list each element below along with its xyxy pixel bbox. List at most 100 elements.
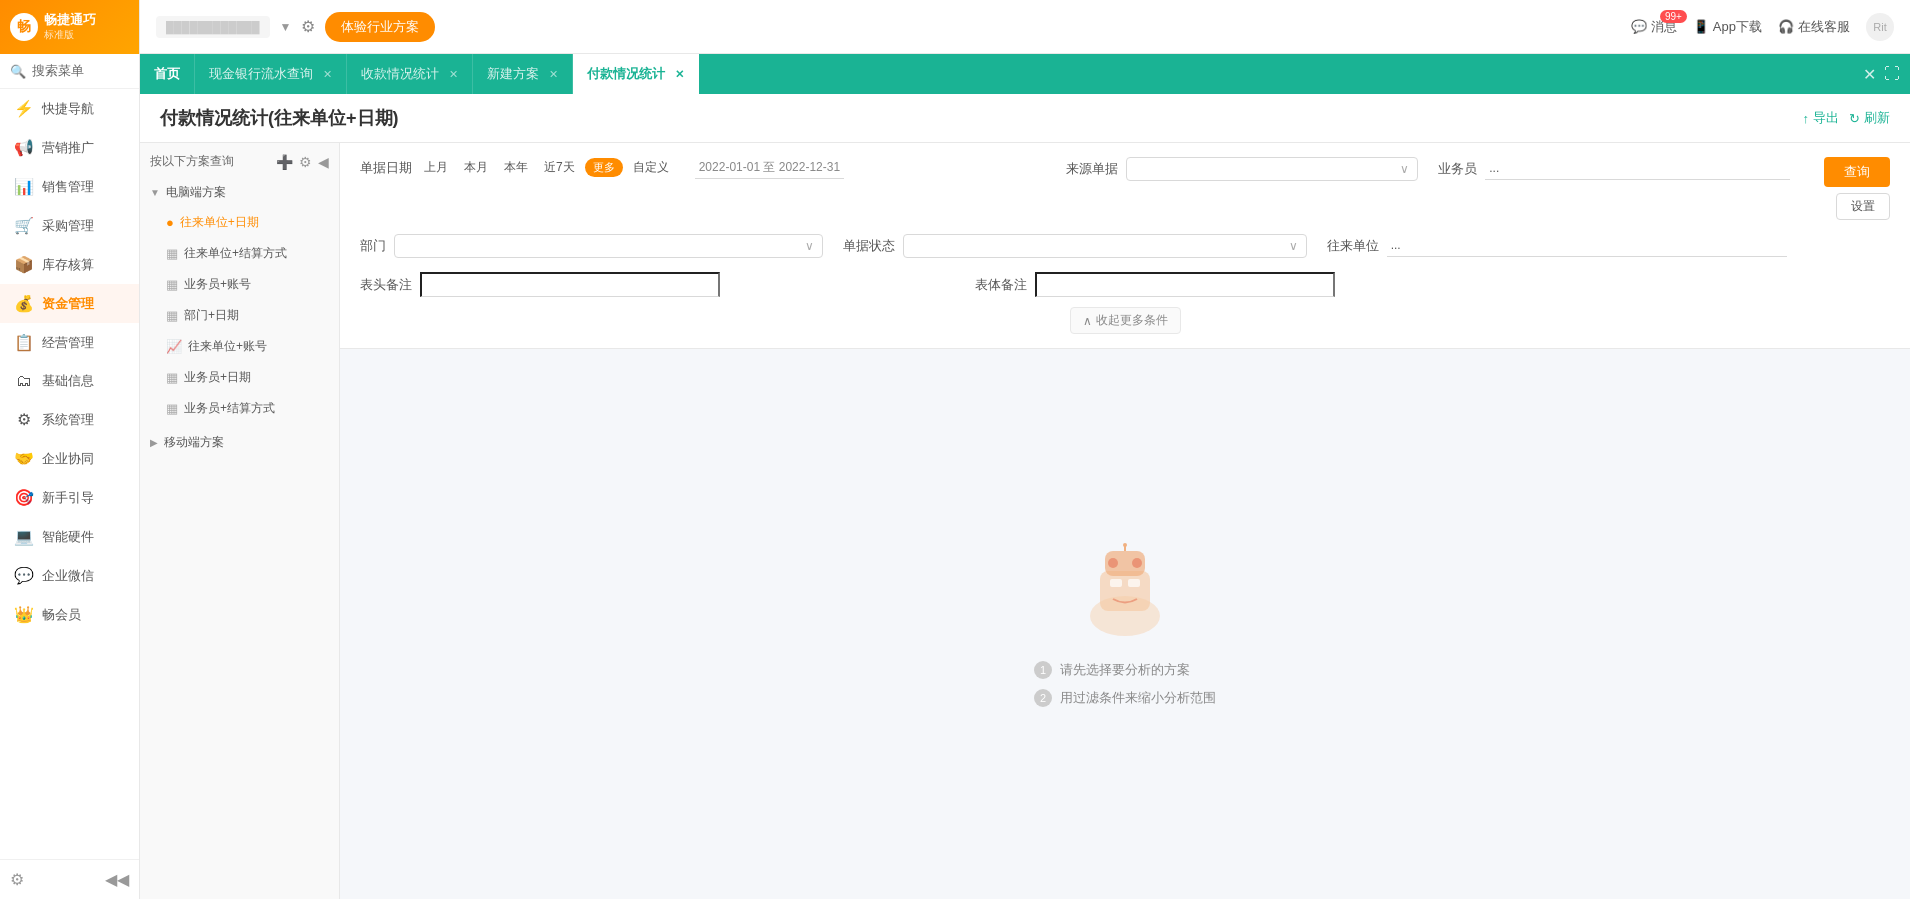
settings-scheme-btn[interactable]: ⚙	[299, 154, 312, 170]
sales-icon: 📊	[14, 177, 34, 196]
sidebar-item-fund-label: 资金管理	[42, 295, 94, 313]
settings-footer-icon[interactable]: ⚙	[10, 870, 24, 889]
inventory-icon: 📦	[14, 255, 34, 274]
online-service-btn[interactable]: 🎧 在线客服	[1778, 18, 1850, 36]
settings-btn[interactable]: 设置	[1836, 193, 1890, 220]
sidebar-item-quick-nav-label: 快捷导航	[42, 100, 94, 118]
collapse-conditions-btn[interactable]: ∧ 收起更多条件	[1070, 307, 1181, 334]
sidebar-item-enterprise[interactable]: 🤝 企业协同	[0, 439, 139, 478]
filter-source-doc-label: 来源单据	[1066, 160, 1118, 178]
filter-table-header-note-input[interactable]	[420, 272, 720, 297]
tab-home[interactable]: 首页	[140, 54, 195, 94]
online-service-label: 在线客服	[1798, 18, 1850, 36]
topbar-address-bar[interactable]: ████████████	[156, 16, 270, 38]
scheme-counterpart-date[interactable]: ● 往来单位+日期	[140, 207, 339, 238]
date-range-input[interactable]: 2022-01-01 至 2022-12-31	[695, 157, 844, 179]
scheme-staff-settle[interactable]: ▦ 业务员+结算方式	[140, 393, 339, 424]
sidebar-item-basic[interactable]: 🗂 基础信息	[0, 362, 139, 400]
filter-staff-input[interactable]: ...	[1485, 157, 1790, 180]
sidebar-item-system[interactable]: ⚙ 系统管理	[0, 400, 139, 439]
sidebar-item-fund[interactable]: 💰 资金管理	[0, 284, 139, 323]
export-icon: ↑	[1803, 111, 1810, 126]
sidebar-item-hardware[interactable]: 💻 智能硬件	[0, 517, 139, 556]
purchase-icon: 🛒	[14, 216, 34, 235]
date-btn-last-month[interactable]: 上月	[418, 157, 454, 178]
filter-table-body-note-input[interactable]	[1035, 272, 1335, 297]
collapse-panel-btn[interactable]: ◀	[318, 154, 329, 170]
svg-point-8	[1123, 543, 1127, 547]
tab-bank-flow-close[interactable]: ✕	[323, 68, 332, 81]
sidebar-item-sales[interactable]: 📊 销售管理	[0, 167, 139, 206]
filter-counterpart-input[interactable]: ...	[1387, 234, 1787, 257]
tab-receipt-stat-close[interactable]: ✕	[449, 68, 458, 81]
pc-group-header[interactable]: ▼ 电脑端方案	[140, 178, 339, 207]
empty-tip-1: 1 请先选择要分析的方案	[1034, 661, 1216, 679]
tab-receipt-stat[interactable]: 收款情况统计 ✕	[347, 54, 473, 94]
tabbar-close-icon[interactable]: ✕	[1863, 65, 1876, 84]
tab-new-scheme-close[interactable]: ✕	[549, 68, 558, 81]
tab-new-scheme[interactable]: 新建方案 ✕	[473, 54, 573, 94]
sidebar-item-marketing[interactable]: 📢 营销推广	[0, 128, 139, 167]
tab-home-label: 首页	[154, 65, 180, 83]
collapse-sidebar-icon[interactable]: ◀◀	[105, 870, 129, 889]
scheme-dept-date[interactable]: ▦ 部门+日期	[140, 300, 339, 331]
sidebar-item-guide[interactable]: 🎯 新手引导	[0, 478, 139, 517]
empty-tip-2-label: 用过滤条件来缩小分析范围	[1060, 689, 1216, 707]
tab-payment-stat-close[interactable]: ✕	[675, 68, 684, 81]
quick-nav-icon: ⚡	[14, 99, 34, 118]
panel-toolbar-title: 按以下方案查询	[150, 153, 234, 170]
filter-date-range-wrap: 2022-01-01 至 2022-12-31	[695, 157, 1047, 179]
member-icon: 👑	[14, 605, 34, 624]
filter-counterpart-item: 往来单位 ...	[1327, 234, 1790, 257]
sidebar-item-member[interactable]: 👑 畅会员	[0, 595, 139, 634]
sidebar-search[interactable]: 🔍 搜索菜单	[0, 54, 139, 89]
sidebar-item-sales-label: 销售管理	[42, 178, 94, 196]
add-scheme-btn[interactable]: ➕	[276, 154, 293, 170]
date-btn-more[interactable]: 更多	[585, 158, 623, 177]
query-btn[interactable]: 查询	[1824, 157, 1890, 187]
sidebar-item-purchase[interactable]: 🛒 采购管理	[0, 206, 139, 245]
scheme-counterpart-account[interactable]: 📈 往来单位+账号	[140, 331, 339, 362]
filter-dept-select[interactable]: ∨	[394, 234, 823, 258]
sidebar-item-quick-nav[interactable]: ⚡ 快捷导航	[0, 89, 139, 128]
wechat-icon: 💬	[14, 566, 34, 585]
trial-btn[interactable]: 体验行业方案	[325, 12, 435, 42]
user-avatar[interactable]: Rit	[1866, 13, 1894, 41]
scheme-counterpart-settle[interactable]: ▦ 往来单位+结算方式	[140, 238, 339, 269]
topbar-gear-icon[interactable]: ⚙	[301, 17, 315, 36]
sidebar-search-label: 搜索菜单	[32, 62, 84, 80]
filter-table-body-note-item: 表体备注	[975, 272, 1570, 297]
empty-tip-1-label: 请先选择要分析的方案	[1060, 661, 1190, 679]
filter-staff-label: 业务员	[1438, 160, 1477, 178]
sidebar-item-guide-label: 新手引导	[42, 489, 94, 507]
date-btn-custom[interactable]: 自定义	[627, 157, 675, 178]
sidebar-item-wechat[interactable]: 💬 企业微信	[0, 556, 139, 595]
export-btn[interactable]: ↑ 导出	[1803, 109, 1840, 127]
scheme-table-icon-4: ▦	[166, 370, 178, 385]
service-icon: 🎧	[1778, 19, 1794, 34]
filter-doc-status-select[interactable]: ∨	[903, 234, 1306, 258]
messages-btn[interactable]: 💬 消息 99+	[1631, 18, 1677, 36]
date-btn-this-month[interactable]: 本月	[458, 157, 494, 178]
scheme-staff-account[interactable]: ▦ 业务员+账号	[140, 269, 339, 300]
sidebar-item-hardware-label: 智能硬件	[42, 528, 94, 546]
topbar-chevron-icon[interactable]: ▼	[280, 20, 292, 34]
page-title: 付款情况统计(往来单位+日期)	[160, 106, 399, 130]
app-download-btn[interactable]: 📱 App下载	[1693, 18, 1762, 36]
tabbar-expand-icon[interactable]: ⛶	[1884, 65, 1900, 83]
filter-table-header-note-label: 表头备注	[360, 276, 412, 294]
pc-group-label: 电脑端方案	[166, 184, 226, 201]
tab-bank-flow[interactable]: 现金银行流水查询 ✕	[195, 54, 347, 94]
filter-source-doc-select[interactable]: ∨	[1126, 157, 1418, 181]
scheme-table-icon-2: ▦	[166, 277, 178, 292]
sidebar-item-operation[interactable]: 📋 经营管理	[0, 323, 139, 362]
scheme-staff-date[interactable]: ▦ 业务员+日期	[140, 362, 339, 393]
tab-payment-stat[interactable]: 付款情况统计 ✕	[573, 54, 699, 94]
refresh-btn[interactable]: ↻ 刷新	[1849, 109, 1890, 127]
date-btn-this-year[interactable]: 本年	[498, 157, 534, 178]
mobile-group-header[interactable]: ▶ 移动端方案	[140, 428, 339, 457]
filter-date-options: 上月 本月 本年 近7天 更多 自定义	[418, 157, 675, 178]
filter-dept-arrow: ∨	[805, 239, 814, 253]
sidebar-item-inventory[interactable]: 📦 库存核算	[0, 245, 139, 284]
date-btn-7days[interactable]: 近7天	[538, 157, 581, 178]
